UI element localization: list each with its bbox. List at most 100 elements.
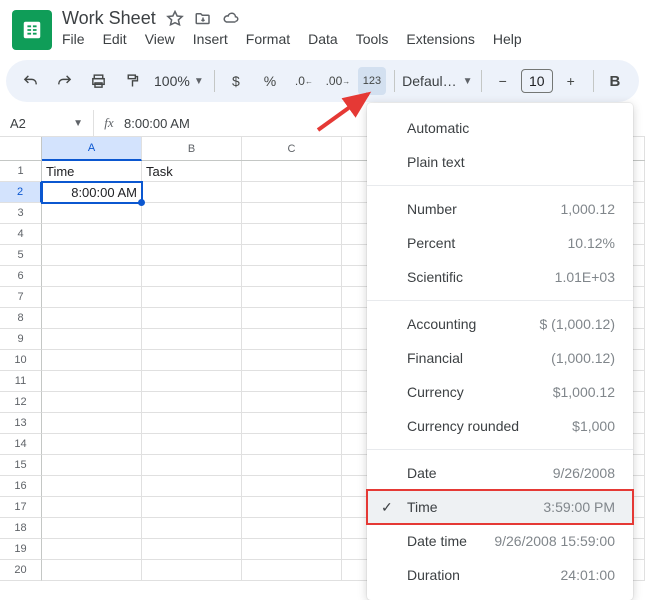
format-accounting[interactable]: Accounting$ (1,000.12) [367,307,633,341]
cell[interactable] [242,224,342,245]
currency-format-button[interactable]: $ [222,67,250,95]
cell[interactable] [142,518,242,539]
cell[interactable] [42,497,142,518]
cell[interactable]: Task [142,161,242,182]
cell[interactable] [42,518,142,539]
more-formats-button[interactable]: 123 [358,67,386,95]
font-size-input[interactable]: 10 [521,69,553,93]
cell[interactable] [242,266,342,287]
cell[interactable] [142,308,242,329]
cell[interactable] [242,245,342,266]
menu-help[interactable]: Help [493,31,522,47]
cell[interactable] [242,413,342,434]
menu-extensions[interactable]: Extensions [406,31,474,47]
cell[interactable] [242,371,342,392]
format-financial[interactable]: Financial(1,000.12) [367,341,633,375]
row-header[interactable]: 18 [0,518,42,539]
cell[interactable] [142,434,242,455]
star-icon[interactable] [166,10,184,28]
row-header[interactable]: 14 [0,434,42,455]
paint-format-button[interactable] [118,67,146,95]
cell[interactable] [142,392,242,413]
cell[interactable] [142,329,242,350]
cell[interactable] [142,560,242,581]
document-title[interactable]: Work Sheet [62,8,156,29]
format-currency-rounded[interactable]: Currency rounded$1,000 [367,409,633,443]
cell[interactable]: 8:00:00 AM [42,182,142,203]
sheets-logo[interactable] [12,10,52,50]
row-header[interactable]: 3 [0,203,42,224]
menu-tools[interactable]: Tools [356,31,389,47]
cell[interactable] [242,497,342,518]
cell[interactable] [242,308,342,329]
percent-format-button[interactable]: % [256,67,284,95]
menu-format[interactable]: Format [246,31,290,47]
cell[interactable] [142,371,242,392]
cell[interactable] [242,476,342,497]
cell[interactable] [42,392,142,413]
row-header[interactable]: 8 [0,308,42,329]
cell[interactable] [242,518,342,539]
row-header[interactable]: 12 [0,392,42,413]
column-header-b[interactable]: B [142,137,242,160]
row-header[interactable]: 1 [0,161,42,182]
cell[interactable] [142,224,242,245]
decrease-decimal-button[interactable]: .0← [290,67,318,95]
format-percent[interactable]: Percent10.12% [367,226,633,260]
cell[interactable] [242,182,342,203]
cell[interactable] [42,539,142,560]
row-header[interactable]: 20 [0,560,42,581]
cell[interactable] [42,476,142,497]
cell[interactable] [42,266,142,287]
row-header[interactable]: 13 [0,413,42,434]
row-header[interactable]: 9 [0,329,42,350]
cell[interactable] [42,350,142,371]
row-header[interactable]: 2 [0,182,42,203]
zoom-dropdown[interactable]: 100%▼ [152,73,206,89]
row-header[interactable]: 6 [0,266,42,287]
cell[interactable] [42,455,142,476]
menu-edit[interactable]: Edit [103,31,127,47]
row-header[interactable]: 19 [0,539,42,560]
cell[interactable]: Time [42,161,142,182]
increase-font-size-button[interactable]: + [557,67,585,95]
cell[interactable] [242,161,342,182]
move-folder-icon[interactable] [194,10,212,28]
row-header[interactable]: 5 [0,245,42,266]
cell[interactable] [42,371,142,392]
menu-view[interactable]: View [145,31,175,47]
increase-decimal-button[interactable]: .00→ [324,67,352,95]
decrease-font-size-button[interactable]: − [489,67,517,95]
cell[interactable] [142,497,242,518]
cell[interactable] [42,203,142,224]
cell[interactable] [242,350,342,371]
row-header[interactable]: 11 [0,371,42,392]
cell[interactable] [142,350,242,371]
cell[interactable] [242,392,342,413]
cell[interactable] [242,560,342,581]
cell[interactable] [42,224,142,245]
cell[interactable] [142,413,242,434]
cell[interactable] [142,182,242,203]
print-button[interactable] [84,67,112,95]
row-header[interactable]: 7 [0,287,42,308]
bold-button[interactable]: B [601,67,629,95]
cell[interactable] [42,413,142,434]
format-number[interactable]: Number1,000.12 [367,192,633,226]
cell[interactable] [142,245,242,266]
cell[interactable] [242,203,342,224]
redo-button[interactable] [50,67,78,95]
cell[interactable] [142,539,242,560]
cell[interactable] [242,455,342,476]
row-header[interactable]: 16 [0,476,42,497]
menu-insert[interactable]: Insert [193,31,228,47]
undo-button[interactable] [16,67,44,95]
font-family-dropdown[interactable]: Defaul…▼ [402,73,472,89]
cell[interactable] [42,560,142,581]
cell[interactable] [242,287,342,308]
row-header[interactable]: 15 [0,455,42,476]
format-plain-text[interactable]: Plain text [367,145,633,179]
select-all-corner[interactable] [0,137,42,160]
column-header-c[interactable]: C [242,137,342,160]
format-duration[interactable]: Duration24:01:00 [367,558,633,592]
